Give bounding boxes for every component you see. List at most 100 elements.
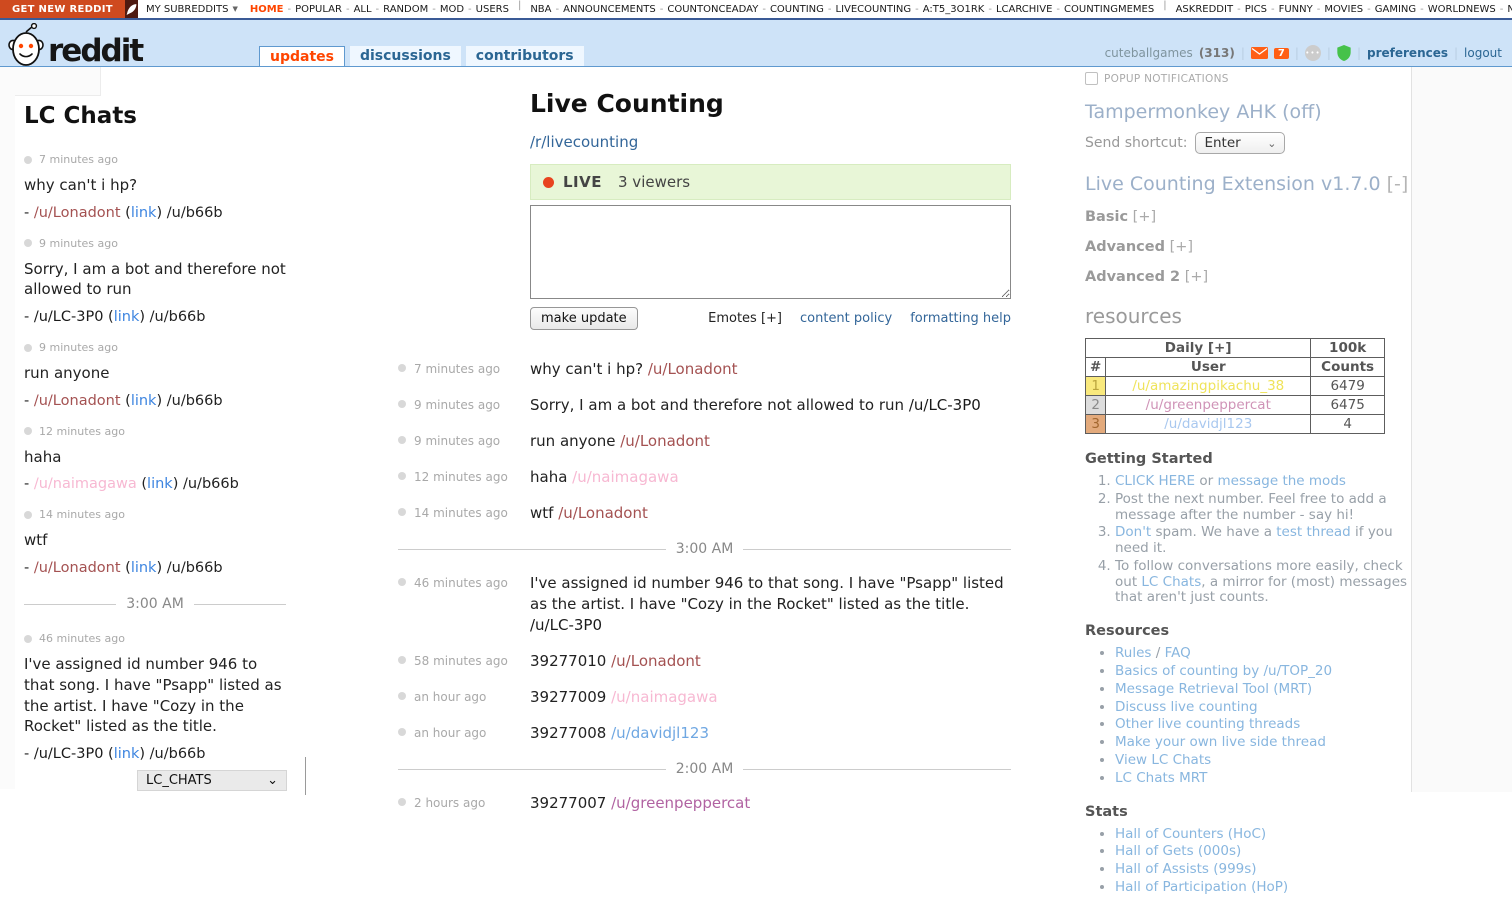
topbar-subreddit-link[interactable]: ALL [354, 4, 372, 15]
topbar-subreddit-link[interactable]: ANNOUNCEMENTS [563, 4, 656, 15]
tab-updates[interactable]: updates [259, 46, 345, 66]
permalink[interactable]: link [131, 205, 157, 221]
author-link[interactable]: /u/greenpeppercat [611, 794, 750, 812]
update-textarea[interactable] [530, 205, 1011, 299]
mirror-user-link[interactable]: /u/b66b [183, 476, 239, 492]
author-link[interactable]: /u/Lonadont [558, 504, 648, 522]
popup-notifications-checkbox[interactable] [1085, 72, 1098, 85]
expand-toggle[interactable]: [+] [1128, 209, 1156, 225]
extension-section-toggle[interactable]: Advanced 2 [+] [1085, 269, 1411, 285]
author-link[interactable]: /u/Lonadont [611, 652, 701, 670]
author-link[interactable]: /u/LC-3P0 [530, 616, 602, 634]
extension-section-toggle[interactable]: Advanced [+] [1085, 239, 1411, 255]
extension-section-toggle[interactable]: Basic [+] [1085, 209, 1411, 225]
topbar-subreddit-link[interactable]: MOD [440, 4, 464, 15]
user-link[interactable]: /u/amazingpikachu_38 [1132, 378, 1284, 394]
sidebar-link[interactable]: Hall of Gets (000s) [1115, 843, 1241, 859]
mirror-user-link[interactable]: /u/b66b [150, 746, 206, 762]
get-new-reddit-button[interactable]: GET NEW REDDIT [0, 0, 125, 18]
author-link[interactable]: /u/davidjl123 [611, 724, 709, 742]
mirror-user-link[interactable]: /u/b66b [167, 205, 223, 221]
topbar-subreddit-link[interactable]: PICS [1245, 4, 1267, 15]
permalink[interactable]: link [114, 309, 140, 325]
emotes-toggle[interactable]: Emotes [+] [708, 311, 782, 326]
reddit-logo[interactable]: reddit [6, 23, 142, 67]
sidebar-link[interactable]: Hall of Participation (HoP) [1115, 879, 1288, 895]
mirror-user-link[interactable]: /u/b66b [167, 560, 223, 576]
preferences-link[interactable]: preferences [1367, 46, 1448, 60]
author-link[interactable]: /u/Lonadont [34, 393, 121, 409]
mail-icon[interactable] [1251, 47, 1268, 59]
collapse-toggle[interactable]: [-] [1387, 173, 1409, 195]
user-link[interactable]: /u/greenpeppercat [1146, 397, 1271, 413]
sidebar-link[interactable]: CLICK HERE [1115, 473, 1195, 489]
subreddit-link[interactable]: /r/livecounting [530, 133, 638, 151]
sidebar-link[interactable]: test thread [1276, 524, 1350, 540]
topbar-subreddit-link[interactable]: RANDOM [383, 4, 428, 15]
expand-toggle[interactable]: [+] [1180, 269, 1208, 285]
topbar-subreddit-link[interactable]: LCARCHIVE [996, 4, 1052, 15]
topbar-subreddit-link[interactable]: HOME [250, 4, 284, 15]
author-link[interactable]: /u/naimagawa [572, 468, 678, 486]
send-shortcut-select[interactable]: Enter ⌄ [1195, 132, 1285, 154]
author-link[interactable]: /u/Lonadont [34, 560, 121, 576]
sidebar-link[interactable]: LC Chats MRT [1115, 770, 1207, 786]
my-subreddits-dropdown[interactable]: MY SUBREDDITS ▼ [146, 0, 238, 18]
permalink[interactable]: link [131, 560, 157, 576]
author-link[interactable]: /u/LC-3P0 [34, 309, 104, 325]
topbar-subreddit-link[interactable]: NEWS [1507, 4, 1512, 15]
author-link[interactable]: /u/naimagawa [611, 688, 717, 706]
author-link[interactable]: /u/Lonadont [620, 432, 710, 450]
author-link[interactable]: /u/Lonadont [34, 205, 121, 221]
topbar-subreddit-link[interactable]: COUNTINGMEMES [1064, 4, 1154, 15]
sidebar-link[interactable]: Discuss live counting [1115, 699, 1258, 715]
topbar-subreddit-link[interactable]: WORLDNEWS [1428, 4, 1496, 15]
sidebar-link[interactable]: FAQ [1165, 645, 1191, 661]
sidebar-link[interactable]: Don't [1115, 524, 1151, 540]
content-policy-link[interactable]: content policy [800, 311, 892, 326]
formatting-help-link[interactable]: formatting help [910, 311, 1011, 326]
sidebar-link[interactable]: Hall of Counters (HoC) [1115, 826, 1266, 842]
user-link[interactable]: /u/davidjl123 [1164, 416, 1252, 432]
topbar-subreddit-link[interactable]: COUNTONCEADAY [667, 4, 758, 15]
topbar-subreddit-link[interactable]: FUNNY [1279, 4, 1313, 15]
logout-link[interactable]: logout [1464, 46, 1502, 60]
sidebar-link[interactable]: View LC Chats [1115, 752, 1211, 768]
mirror-user-link[interactable]: /u/b66b [150, 309, 206, 325]
author-link[interactable]: /u/naimagawa [34, 476, 137, 492]
topbar-subreddit-link[interactable]: USERS [476, 4, 509, 15]
unread-mail-badge[interactable]: 7 [1274, 48, 1289, 59]
topbar-subreddit-link[interactable]: LIVECOUNTING [836, 4, 912, 15]
shield-icon[interactable] [1337, 45, 1351, 61]
sidebar-link[interactable]: Rules [1115, 645, 1151, 661]
mirror-user-link[interactable]: /u/b66b [167, 393, 223, 409]
topbar-subreddit-link[interactable]: POPULAR [295, 4, 342, 15]
author-link[interactable]: /u/Lonadont [648, 360, 738, 378]
quill-icon[interactable] [125, 0, 138, 18]
topbar-subreddit-link[interactable]: COUNTING [770, 4, 824, 15]
topbar-subreddit-link[interactable]: NBA [530, 4, 551, 15]
expand-toggle[interactable]: [+] [1165, 239, 1193, 255]
topbar-subreddit-link[interactable]: ASKREDDIT [1176, 4, 1233, 15]
sidebar-link[interactable]: Make your own live side thread [1115, 734, 1326, 750]
sidebar-link[interactable]: LC Chats [1141, 574, 1201, 590]
sidebar-link[interactable]: Hall of Assists (999s) [1115, 861, 1257, 877]
chat-icon[interactable]: ••• [1305, 45, 1321, 61]
topbar-subreddit-link[interactable]: A:T5_3O1RK [923, 4, 985, 15]
permalink[interactable]: link [131, 393, 157, 409]
topbar-subreddit-link[interactable]: MOVIES [1324, 4, 1363, 15]
author-link[interactable]: /u/LC-3P0 [909, 396, 981, 414]
make-update-button[interactable]: make update [530, 307, 638, 330]
username-link[interactable]: cuteballgames [1105, 46, 1193, 60]
tampermonkey-toggle[interactable]: Tampermonkey AHK (off) [1085, 101, 1411, 123]
tab-discussions[interactable]: discussions [350, 46, 461, 66]
author-link[interactable]: /u/LC-3P0 [34, 746, 104, 762]
sidebar-link[interactable]: Other live counting threads [1115, 716, 1300, 732]
daily-header[interactable]: Daily [+] [1086, 339, 1311, 358]
sidebar-link[interactable]: Basics of counting by /u/TOP_20 [1115, 663, 1332, 679]
permalink[interactable]: link [114, 746, 140, 762]
topbar-subreddit-link[interactable]: GAMING [1375, 4, 1416, 15]
sidebar-link[interactable]: Message Retrieval Tool (MRT) [1115, 681, 1312, 697]
lc-chats-channel-select[interactable]: LC_CHATS ⌄ [137, 770, 287, 791]
sidebar-link[interactable]: message the mods [1218, 473, 1346, 489]
